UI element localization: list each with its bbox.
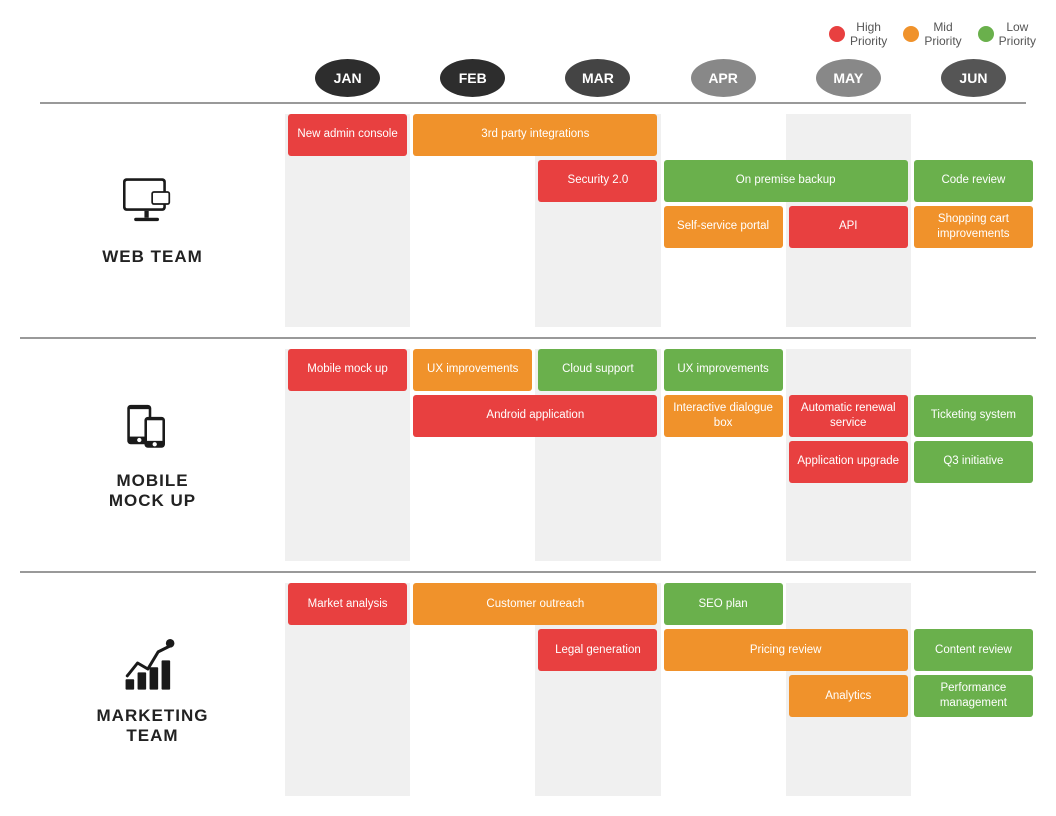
- task-bar-1-0[interactable]: Mobile mock up: [288, 349, 407, 391]
- month-col-apr: APR: [661, 59, 786, 97]
- legend-dot-low: [978, 26, 994, 42]
- task-bar-0-1[interactable]: 3rd party integrations: [413, 114, 657, 156]
- month-bubble-may: MAY: [816, 59, 881, 97]
- task-bar-0-6[interactable]: API: [789, 206, 908, 248]
- task-bar-2-5[interactable]: Content review: [914, 629, 1033, 671]
- team-icon-0: [118, 174, 188, 239]
- task-bar-0-0[interactable]: New admin console: [288, 114, 407, 156]
- team-label-2: MARKETING TEAM: [20, 573, 285, 806]
- team-icon-1: [118, 398, 188, 463]
- legend-item-low: Low Priority: [978, 20, 1036, 49]
- legend-item-high: High Priority: [829, 20, 887, 49]
- team-section-0: WEB TEAM New admin console3rd party inte…: [20, 104, 1036, 339]
- page: High Priority Mid Priority Low Priority …: [0, 0, 1056, 816]
- web-icon: [118, 174, 188, 234]
- team-label-0: WEB TEAM: [20, 104, 285, 337]
- month-bubble-apr: APR: [691, 59, 756, 97]
- month-col-jun: JUN: [911, 59, 1036, 97]
- task-bar-1-1[interactable]: UX improvements: [413, 349, 532, 391]
- task-bar-0-5[interactable]: Self-service portal: [664, 206, 783, 248]
- task-bar-1-6[interactable]: Automatic renewal service: [789, 395, 908, 437]
- task-bar-1-3[interactable]: UX improvements: [664, 349, 783, 391]
- task-bar-1-9[interactable]: Q3 initiative: [914, 441, 1033, 483]
- month-col-jan: JAN: [285, 59, 410, 97]
- task-bar-0-2[interactable]: Security 2.0: [538, 160, 657, 202]
- month-bubble-feb: FEB: [440, 59, 505, 97]
- month-col-mar: MAR: [535, 59, 660, 97]
- team-section-1: MOBILE MOCK UP Mobile mock upUX improvem…: [20, 339, 1036, 574]
- legend-label-mid: Mid Priority: [924, 20, 961, 49]
- task-bar-2-7[interactable]: Performance management: [914, 675, 1033, 717]
- task-bar-0-4[interactable]: Code review: [914, 160, 1033, 202]
- task-bar-2-0[interactable]: Market analysis: [288, 583, 407, 625]
- month-col-may: MAY: [786, 59, 911, 97]
- task-bar-1-4[interactable]: Android application: [413, 395, 657, 437]
- team-grid-2: Market analysisCustomer outreachSEO plan…: [285, 573, 1036, 806]
- task-bar-1-8[interactable]: Application upgrade: [789, 441, 908, 483]
- task-bar-1-5[interactable]: Interactive dialogue box: [664, 395, 783, 437]
- team-label-1: MOBILE MOCK UP: [20, 339, 285, 572]
- legend-label-high: High Priority: [850, 20, 887, 49]
- legend-item-mid: Mid Priority: [903, 20, 961, 49]
- month-bubble-mar: MAR: [565, 59, 630, 97]
- teams-area: WEB TEAM New admin console3rd party inte…: [20, 104, 1036, 806]
- header: High Priority Mid Priority Low Priority: [20, 20, 1036, 49]
- month-col-feb: FEB: [410, 59, 535, 97]
- months-row: JAN FEB MAR APR MAY JUN: [285, 59, 1036, 97]
- task-bar-2-4[interactable]: Pricing review: [664, 629, 908, 671]
- month-bubble-jun: JUN: [941, 59, 1006, 97]
- month-bubble-jan: JAN: [315, 59, 380, 97]
- team-name-1: MOBILE MOCK UP: [109, 471, 196, 511]
- task-bar-0-3[interactable]: On premise backup: [664, 160, 908, 202]
- task-bar-0-7[interactable]: Shopping cart improvements: [914, 206, 1033, 248]
- timeline-area: JAN FEB MAR APR MAY JUN WEB TEAM New admin co…: [20, 59, 1036, 806]
- legend: High Priority Mid Priority Low Priority: [829, 20, 1036, 49]
- team-grid-1: Mobile mock upUX improvementsCloud suppo…: [285, 339, 1036, 572]
- task-bar-2-3[interactable]: Legal generation: [538, 629, 657, 671]
- task-bar-1-2[interactable]: Cloud support: [538, 349, 657, 391]
- team-grid-0: New admin console3rd party integrationsS…: [285, 104, 1036, 337]
- legend-dot-mid: [903, 26, 919, 42]
- marketing-icon: [118, 633, 188, 693]
- team-icon-2: [118, 633, 188, 698]
- task-bar-2-1[interactable]: Customer outreach: [413, 583, 657, 625]
- legend-dot-high: [829, 26, 845, 42]
- task-bar-2-2[interactable]: SEO plan: [664, 583, 783, 625]
- team-name-0: WEB TEAM: [102, 247, 203, 267]
- team-name-2: MARKETING TEAM: [97, 706, 209, 746]
- task-bar-1-7[interactable]: Ticketing system: [914, 395, 1033, 437]
- team-section-2: MARKETING TEAM Market analysisCustomer o…: [20, 573, 1036, 806]
- legend-label-low: Low Priority: [999, 20, 1036, 49]
- task-bar-2-6[interactable]: Analytics: [789, 675, 908, 717]
- mobile-icon: [118, 398, 188, 458]
